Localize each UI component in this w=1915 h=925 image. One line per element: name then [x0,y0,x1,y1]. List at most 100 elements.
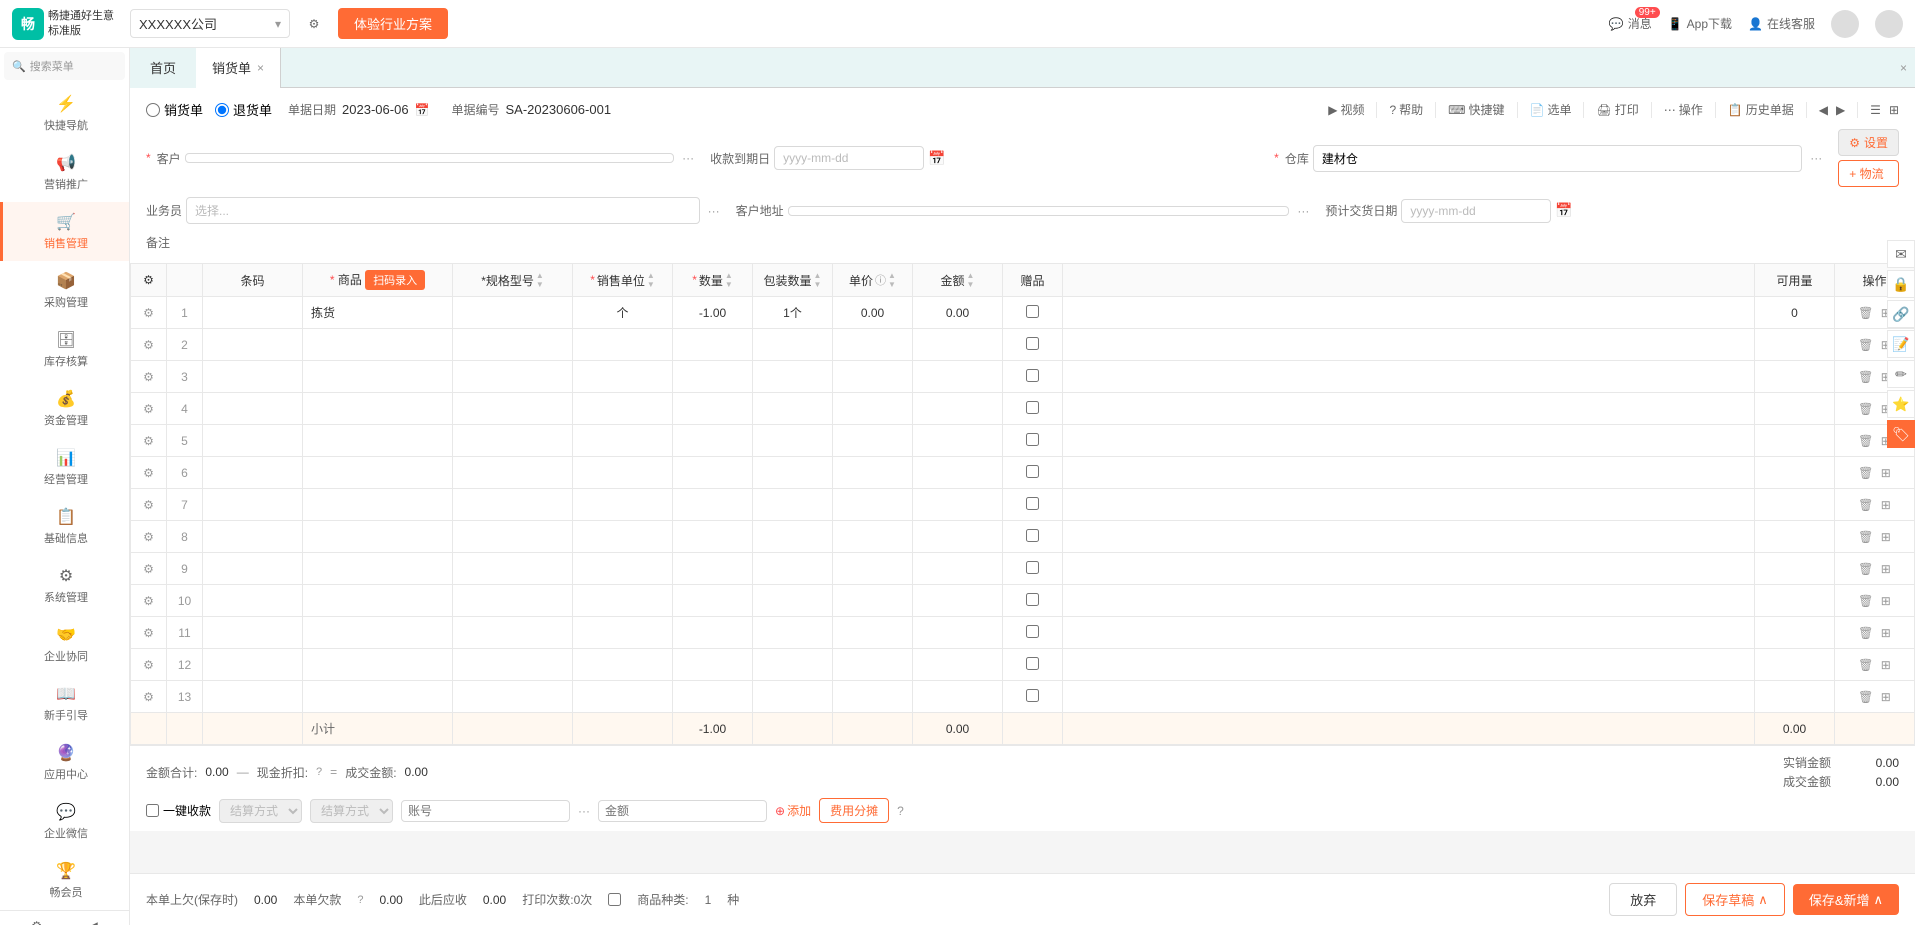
row-gift-12[interactable] [1003,681,1063,713]
copy-icon-12[interactable]: ⊞ [1881,690,1891,704]
row-amount-3[interactable] [913,393,1003,425]
row-qty-6[interactable] [673,489,753,521]
row-product-7[interactable] [303,521,453,553]
one-click-pay-checkbox[interactable]: 一键收款 [146,802,211,819]
delete-icon-6[interactable]: 🗑 [1858,498,1873,512]
row-price-10[interactable] [833,617,913,649]
row-product-4[interactable] [303,425,453,457]
row-amount-2[interactable] [913,361,1003,393]
save-draft-button[interactable]: 保存草稿 ∧ [1685,883,1785,916]
row-action-11[interactable]: 🗑 ⊞ [1835,649,1915,681]
save-draft-dropdown-icon[interactable]: ∧ [1758,892,1768,908]
amount-input[interactable] [598,800,767,822]
message-button[interactable]: 💬 消息 99+ [1609,15,1652,32]
row-action-6[interactable]: 🗑 ⊞ [1835,489,1915,521]
help-button[interactable]: ? 帮助 [1389,101,1423,118]
sidebar-settings-icon[interactable]: ⚙ [31,919,42,925]
price-info-icon[interactable]: ⓘ [875,272,886,288]
row-amount-4[interactable] [913,425,1003,457]
delete-icon-9[interactable]: 🗑 [1858,594,1873,608]
row-barcode-3[interactable] [203,393,303,425]
float-btn-1[interactable]: ✉ [1887,240,1915,268]
row-spec-8[interactable] [453,553,573,585]
row-price-11[interactable] [833,649,913,681]
expected-date-input[interactable]: yyyy-mm-dd [1401,199,1551,223]
select-button[interactable]: 📄 选单 [1530,101,1572,118]
row-price-1[interactable] [833,329,913,361]
nav-next-button[interactable]: ▶ [1836,103,1845,117]
row-settings-2[interactable]: ⚙ [131,361,167,393]
logistics-button[interactable]: + 物流 [1838,160,1899,187]
row-pkg-0[interactable]: 1个 [753,297,833,329]
row-qty-1[interactable] [673,329,753,361]
float-btn-5[interactable]: ✏ [1887,360,1915,388]
row-qty-7[interactable] [673,521,753,553]
delete-icon-8[interactable]: 🗑 [1858,562,1873,576]
company-selector[interactable]: XXXXXX公司 ▾ [130,9,290,38]
row-notes-5[interactable] [1063,457,1755,489]
sidebar-item-management[interactable]: 📊 经营管理 [0,438,129,497]
delete-icon-2[interactable]: 🗑 [1858,370,1873,384]
row-unit-8[interactable] [573,553,673,585]
row-pkg-6[interactable] [753,489,833,521]
row-spec-3[interactable] [453,393,573,425]
sidebar-collapse-icon[interactable]: ◀ [89,919,98,925]
row-barcode-8[interactable] [203,553,303,585]
row-qty-10[interactable] [673,617,753,649]
tab-home[interactable]: 首页 [130,48,196,88]
row-notes-3[interactable] [1063,393,1755,425]
tab-sales-order[interactable]: 销货单 × [196,48,281,88]
row-qty-8[interactable] [673,553,753,585]
row-gift-9[interactable] [1003,585,1063,617]
add-payment-button[interactable]: ⊕ 添加 [775,802,811,819]
row-amount-5[interactable] [913,457,1003,489]
row-notes-11[interactable] [1063,649,1755,681]
delete-icon-10[interactable]: 🗑 [1858,626,1873,640]
delete-icon-3[interactable]: 🗑 [1858,402,1873,416]
row-settings-3[interactable]: ⚙ [131,393,167,425]
save-new-button[interactable]: 保存&新增 ∧ [1793,884,1899,915]
row-settings-8[interactable]: ⚙ [131,553,167,585]
product-type-checkbox[interactable] [608,893,621,906]
row-gift-5[interactable] [1003,457,1063,489]
row-amount-10[interactable] [913,617,1003,649]
row-product-10[interactable] [303,617,453,649]
sidebar-item-vip[interactable]: 🏆 畅会员 [0,851,129,910]
row-action-7[interactable]: 🗑 ⊞ [1835,521,1915,553]
sidebar-item-basics[interactable]: 📋 基础信息 [0,497,129,556]
row-amount-6[interactable] [913,489,1003,521]
payment-method-select[interactable]: 结算方式 [219,799,302,823]
row-settings-6[interactable]: ⚙ [131,489,167,521]
row-unit-6[interactable] [573,489,673,521]
sidebar-item-apps[interactable]: 🔮 应用中心 [0,733,129,792]
row-gift-2[interactable] [1003,361,1063,393]
radio-return[interactable]: 退货单 [215,100,272,119]
sidebar-item-quick-nav[interactable]: ⚡ 快捷导航 [0,84,129,143]
row-amount-0[interactable]: 0.00 [913,297,1003,329]
row-pkg-2[interactable] [753,361,833,393]
row-spec-4[interactable] [453,425,573,457]
row-spec-10[interactable] [453,617,573,649]
row-gift-3[interactable] [1003,393,1063,425]
row-price-3[interactable] [833,393,913,425]
row-unit-1[interactable] [573,329,673,361]
row-pkg-7[interactable] [753,521,833,553]
row-qty-4[interactable] [673,425,753,457]
row-barcode-1[interactable] [203,329,303,361]
copy-icon-9[interactable]: ⊞ [1881,594,1891,608]
row-qty-9[interactable] [673,585,753,617]
copy-icon-11[interactable]: ⊞ [1881,658,1891,672]
row-price-6[interactable] [833,489,913,521]
customer-addr-dots[interactable]: ··· [1297,204,1309,218]
row-barcode-12[interactable] [203,681,303,713]
row-notes-1[interactable] [1063,329,1755,361]
print-button[interactable]: 🖨 打印 [1596,101,1638,118]
row-notes-6[interactable] [1063,489,1755,521]
th-settings[interactable]: ⚙ [131,264,167,297]
row-amount-9[interactable] [913,585,1003,617]
row-amount-11[interactable] [913,649,1003,681]
row-gift-11[interactable] [1003,649,1063,681]
row-price-5[interactable] [833,457,913,489]
copy-icon-7[interactable]: ⊞ [1881,530,1891,544]
row-spec-7[interactable] [453,521,573,553]
